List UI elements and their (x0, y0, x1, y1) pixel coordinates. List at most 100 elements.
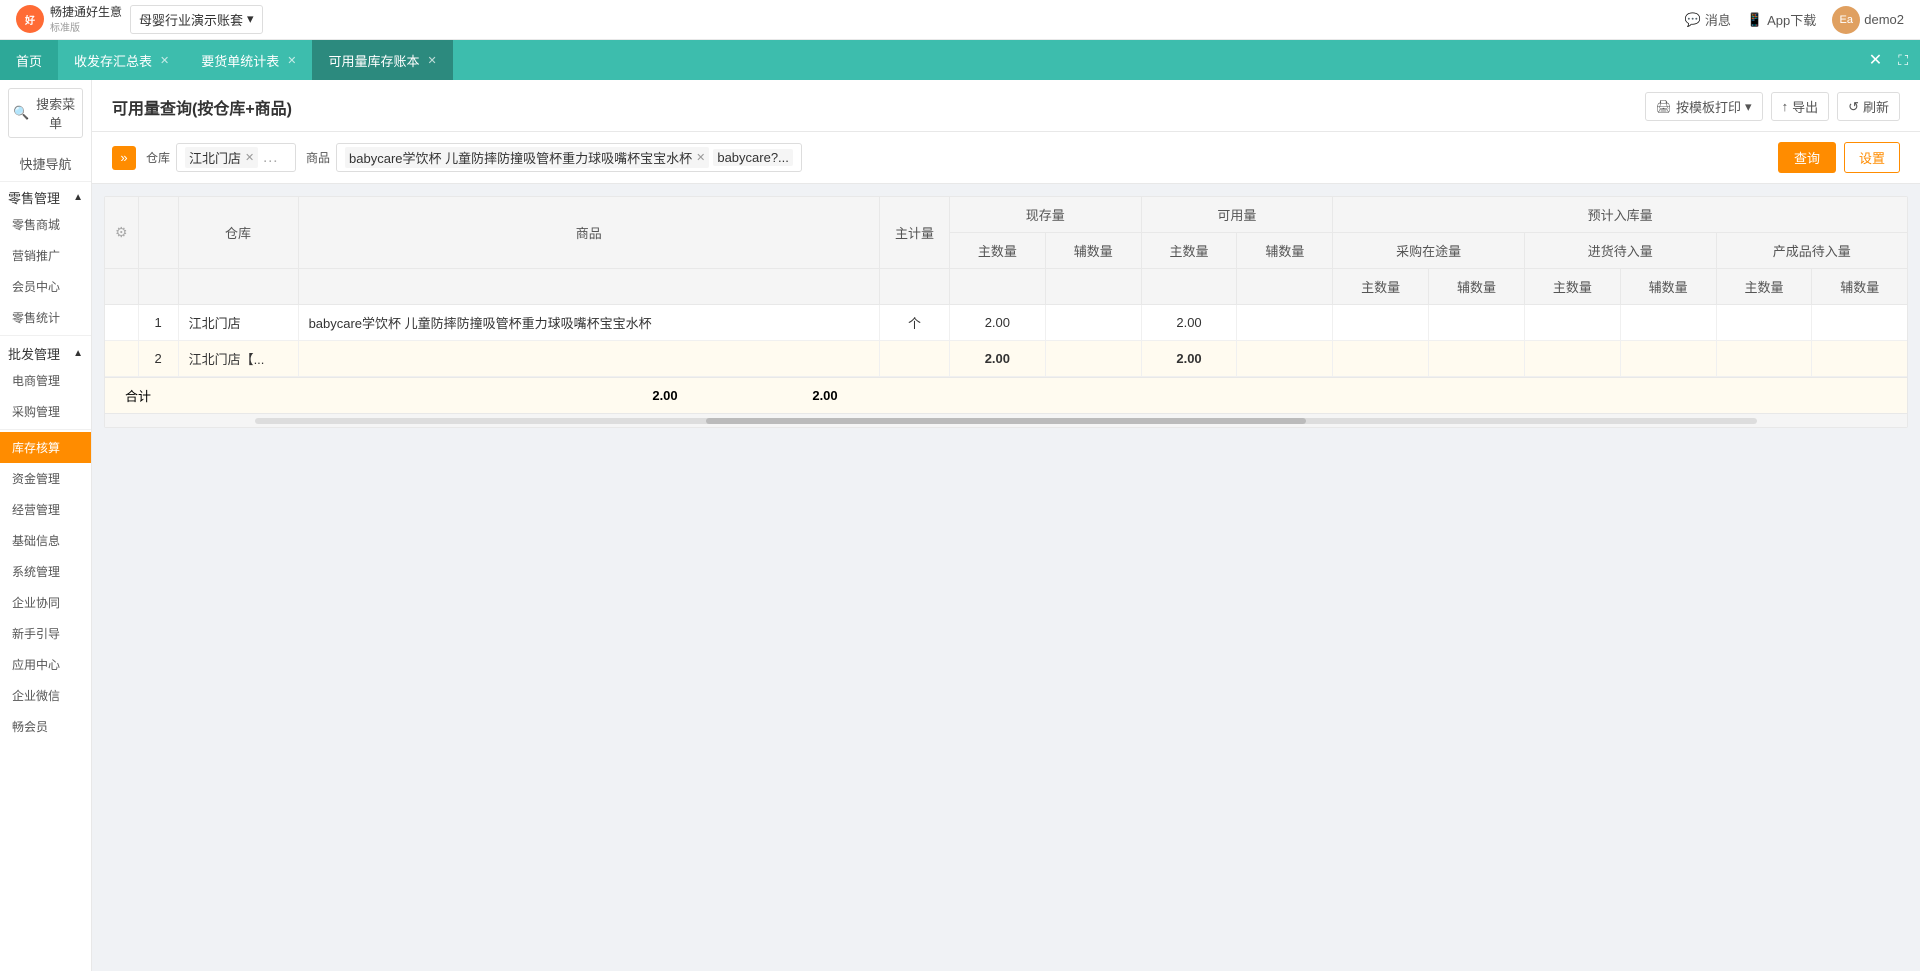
sidebar-item-retail-mall[interactable]: 零售商城 (0, 209, 91, 240)
data-table: ⚙ 仓库 商品 主计量 (105, 197, 1907, 377)
message-icon: 💬 (1685, 12, 1701, 28)
cell-incoming-aux-2 (1620, 341, 1716, 377)
tab-home[interactable]: 首页 (0, 40, 58, 80)
search-icon: 🔍 (13, 105, 29, 121)
th-product: 商品 (298, 197, 879, 269)
tab-label-yaohuo: 要货单统计表 (201, 51, 279, 70)
user-area[interactable]: Ea demo2 (1832, 6, 1904, 34)
tab-shoufacun[interactable]: 收发存汇总表 ✕ (58, 40, 185, 80)
sidebar-item-system[interactable]: 系统管理 (0, 556, 91, 587)
cell-production-aux-1 (1812, 305, 1907, 341)
table-row: 2 江北门店【... 2.00 2.00 (105, 341, 1907, 377)
cell-unit-2 (879, 341, 949, 377)
tab-label-keyongliang: 可用量库存账本 (328, 51, 419, 70)
sidebar-item-purchase[interactable]: 采购管理 (0, 396, 91, 427)
app-download-label: App下载 (1767, 10, 1816, 29)
th-incoming-main: 主数量 (1524, 269, 1620, 305)
cell-avail-aux-2 (1237, 341, 1333, 377)
cell-rownum-2: 2 (138, 341, 178, 377)
cell-purchase-aux-2 (1429, 341, 1525, 377)
main-layout: 🔍 搜索菜单 快捷导航 零售管理 ▲ 零售商城 营销推广 会员中心 零售统计 批… (0, 80, 1920, 971)
sidebar-section-retail[interactable]: 零售管理 ▲ (0, 182, 91, 209)
scroll-track[interactable] (255, 418, 1757, 424)
filter-bar: » 仓库 江北门店 ✕ … 商品 babycare学饮杯 儿童防摔防撞吸管杯重力… (92, 132, 1920, 184)
sidebar-item-business[interactable]: 经营管理 (0, 494, 91, 525)
th-sub-unit (879, 269, 949, 305)
search-menu-btn[interactable]: 🔍 搜索菜单 (8, 88, 83, 138)
refresh-btn[interactable]: ↺ 刷新 (1837, 92, 1900, 121)
export-btn[interactable]: ↑ 导出 (1771, 92, 1830, 121)
message-label: 消息 (1705, 10, 1731, 29)
settings-icon[interactable]: ⚙ (115, 224, 128, 240)
top-bar: 好 畅捷通好生意 标准版 母婴行业演示账套 ▾ 💬 消息 📱 App下载 Ea … (0, 0, 1920, 40)
nav-close-button[interactable]: ✕ (1865, 50, 1886, 70)
sidebar-item-retail-stats[interactable]: 零售统计 (0, 302, 91, 333)
quick-nav-label: 快捷导航 (19, 157, 71, 172)
scroll-thumb[interactable] (706, 418, 1307, 424)
sidebar-item-wechat[interactable]: 企业微信 (0, 680, 91, 711)
page-actions: 🖨 按模板打印 ▾ ↑ 导出 ↺ 刷新 (1645, 92, 1901, 121)
th-purchase-aux: 辅数量 (1429, 269, 1525, 305)
message-btn[interactable]: 💬 消息 (1685, 10, 1731, 29)
close-yaohuo-icon[interactable]: ✕ (287, 54, 296, 67)
sidebar-item-ecommerce[interactable]: 电商管理 (0, 365, 91, 396)
industry-selector[interactable]: 母婴行业演示账套 ▾ (130, 5, 263, 34)
print-btn[interactable]: 🖨 按模板打印 ▾ (1645, 92, 1763, 121)
scroll-bar-container (105, 413, 1907, 427)
th-purchase-main: 主数量 (1333, 269, 1429, 305)
sidebar-item-marketing[interactable]: 营销推广 (0, 240, 91, 271)
close-keyongliang-icon[interactable]: ✕ (428, 54, 437, 67)
logo-sub: 标准版 (50, 19, 122, 34)
sidebar-item-quick-nav[interactable]: 快捷导航 (0, 146, 91, 182)
footer-label-area: 合计 (115, 386, 555, 405)
close-shoufacun-icon[interactable]: ✕ (160, 54, 169, 67)
wholesale-arrow-icon: ▲ (73, 348, 83, 359)
product-input[interactable]: babycare学饮杯 儿童防摔防撞吸管杯重力球吸嘴杯宝宝水杯 ✕ babyca… (336, 143, 802, 172)
sidebar-item-finance[interactable]: 资金管理 (0, 463, 91, 494)
sidebar-item-app-center[interactable]: 应用中心 (0, 649, 91, 680)
cell-current-main-1: 2.00 (949, 305, 1045, 341)
filter-more-icon[interactable]: … (262, 149, 278, 167)
sidebar-section-wholesale[interactable]: 批发管理 ▲ (0, 338, 91, 365)
sidebar-item-basic-info[interactable]: 基础信息 (0, 525, 91, 556)
footer-current-main: 2.00 (625, 388, 705, 403)
filter-expand-btn[interactable]: » (112, 146, 136, 170)
warehouse-tag-value: 江北门店 (189, 148, 241, 167)
nav-expand-button[interactable]: ⛶ (1894, 52, 1912, 69)
th-rownum (138, 197, 178, 269)
cell-avail-aux-1 (1237, 305, 1333, 341)
tab-label-shoufacun: 收发存汇总表 (74, 51, 152, 70)
sidebar-item-inventory[interactable]: 库存核算 (0, 432, 91, 463)
cell-production-main-1 (1716, 305, 1812, 341)
refresh-icon: ↺ (1848, 99, 1859, 115)
cell-incoming-main-1 (1524, 305, 1620, 341)
sidebar-item-member2[interactable]: 畅会员 (0, 711, 91, 742)
phone-icon: 📱 (1747, 12, 1763, 28)
export-icon: ↑ (1782, 99, 1789, 114)
sidebar-item-member[interactable]: 会员中心 (0, 271, 91, 302)
th-sub-avail-main (1141, 269, 1237, 305)
product-tag-1-close-icon[interactable]: ✕ (696, 151, 705, 164)
print-icon: 🖨 (1656, 99, 1673, 115)
sidebar-search: 🔍 搜索菜单 (0, 80, 91, 146)
setting-btn[interactable]: 设置 (1844, 142, 1900, 173)
warehouse-tag-close-icon[interactable]: ✕ (245, 151, 254, 164)
footer-current-aux (705, 388, 785, 403)
tab-keyongliang[interactable]: 可用量库存账本 ✕ (312, 40, 452, 80)
th-incoming: 进货待入量 (1524, 233, 1716, 269)
nav-tabs: 首页 收发存汇总表 ✕ 要货单统计表 ✕ 可用量库存账本 ✕ ✕ ⛶ (0, 40, 1920, 80)
sidebar-item-newbie[interactable]: 新手引导 (0, 618, 91, 649)
nav-tabs-right: ✕ ⛶ (1857, 40, 1920, 80)
tab-yaohuo[interactable]: 要货单统计表 ✕ (185, 40, 312, 80)
query-btn[interactable]: 查询 (1778, 142, 1836, 173)
cell-product-1: babycare学饮杯 儿童防摔防撞吸管杯重力球吸嘴杯宝宝水杯 (298, 305, 879, 341)
th-warehouse: 仓库 (178, 197, 298, 269)
app-download-btn[interactable]: 📱 App下载 (1747, 10, 1816, 29)
product-tag-1-value: babycare学饮杯 儿童防摔防撞吸管杯重力球吸嘴杯宝宝水杯 (349, 148, 692, 167)
sidebar-item-enterprise[interactable]: 企业协同 (0, 587, 91, 618)
chevron-down-icon: ▾ (247, 11, 254, 27)
table-area: ⚙ 仓库 商品 主计量 (92, 184, 1920, 971)
cell-settings-2 (105, 341, 138, 377)
warehouse-input[interactable]: 江北门店 ✕ … (176, 143, 296, 172)
top-bar-right: 💬 消息 📱 App下载 Ea demo2 (1685, 6, 1904, 34)
